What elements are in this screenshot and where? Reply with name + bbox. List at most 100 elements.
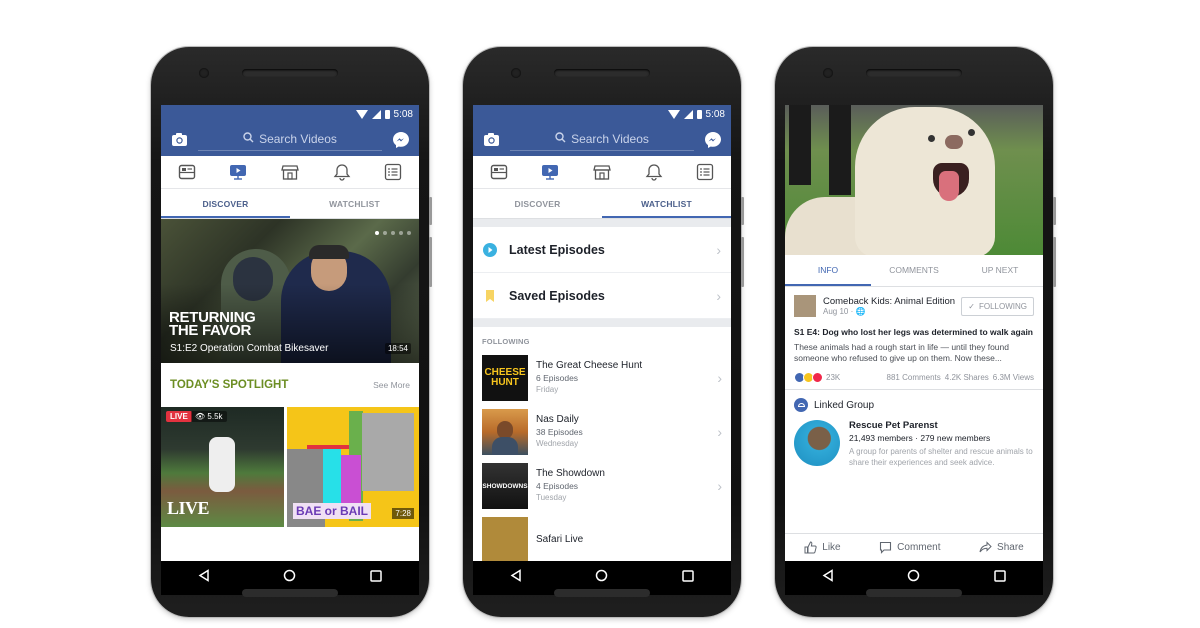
reaction-icons[interactable]	[794, 372, 823, 383]
featured-video[interactable]: RETURNING THE FAVOR S1:E2 Operation Comba…	[161, 219, 419, 363]
video-duration: 7:28	[392, 508, 414, 519]
like-button[interactable]: Like	[804, 541, 841, 554]
notifications-icon[interactable]	[333, 163, 351, 181]
show-list-item[interactable]: Nas Daily 38 Episodes Wednesday ›	[473, 405, 731, 459]
group-icon	[794, 398, 808, 412]
episode-title: S1:E2 Operation Combat Bikesaver	[170, 343, 329, 354]
video-duration: 18:54	[384, 343, 411, 354]
tab-comments[interactable]: COMMENTS	[871, 255, 957, 286]
watch-tabs: DISCOVER WATCHLIST	[161, 189, 419, 219]
following-button[interactable]: ✓ FOLLOWING	[961, 296, 1034, 316]
news-feed-icon[interactable]	[490, 163, 508, 181]
menu-label: Latest Episodes	[509, 242, 605, 257]
comment-count[interactable]: 881 Comments	[887, 373, 941, 382]
earpiece-speaker	[866, 69, 962, 77]
menu-icon[interactable]	[384, 163, 402, 181]
action-bar: Like Comment Share	[785, 533, 1043, 561]
show-artwork: CHEESE HUNT	[482, 355, 528, 401]
notifications-icon[interactable]	[645, 163, 663, 181]
search-icon	[243, 132, 254, 146]
share-button[interactable]: Share	[979, 541, 1024, 554]
art-shape	[307, 445, 349, 449]
love-reaction-icon	[812, 372, 823, 383]
search-header: Search Videos	[473, 123, 731, 156]
home-icon[interactable]	[283, 569, 296, 587]
page-avatar[interactable]	[794, 295, 816, 317]
spotlight-video-live[interactable]: LIVE 👁 5.5k LIVE	[161, 407, 284, 527]
tab-watchlist[interactable]: WATCHLIST	[290, 189, 419, 218]
back-icon[interactable]	[822, 569, 834, 587]
show-list-item[interactable]: SHOWDOWNS The Showdown 4 Episodes Tuesday …	[473, 459, 731, 513]
view-count: 6.3M Views	[992, 373, 1034, 382]
messenger-icon[interactable]	[704, 131, 722, 149]
reaction-count[interactable]: 23K	[826, 373, 840, 382]
recents-icon[interactable]	[994, 569, 1006, 587]
show-name: Nas Daily	[536, 414, 579, 425]
news-feed-icon[interactable]	[178, 163, 196, 181]
search-placeholder: Search Videos	[571, 132, 649, 146]
show-list-item[interactable]: CHEESE HUNT The Great Cheese Hunt 6 Episo…	[473, 351, 731, 405]
video-player[interactable]	[785, 105, 1043, 255]
art-shape	[323, 449, 341, 511]
show-title: RETURNING THE FAVOR	[169, 309, 256, 339]
video-figure	[968, 129, 975, 136]
release-day: Friday	[536, 385, 559, 394]
play-circle-icon	[483, 242, 497, 257]
show-list-item[interactable]: Safari Live	[473, 513, 731, 561]
share-count[interactable]: 4.2K Shares	[945, 373, 989, 382]
status-bar: 5:08	[473, 105, 731, 123]
group-card[interactable]: Rescue Pet Parenst 21,493 members · 279 …	[794, 420, 1034, 468]
main-nav	[473, 156, 731, 189]
search-input[interactable]: Search Videos	[510, 129, 694, 151]
episode-count: 4 Episodes	[536, 481, 579, 491]
check-icon: ✓	[968, 301, 975, 311]
tab-info[interactable]: INFO	[785, 255, 871, 286]
tab-watchlist[interactable]: WATCHLIST	[602, 189, 731, 218]
video-figure	[209, 437, 235, 492]
home-icon[interactable]	[595, 569, 608, 587]
watch-icon[interactable]	[229, 163, 247, 181]
bottom-speaker	[554, 589, 650, 597]
search-icon	[555, 132, 566, 146]
tab-discover[interactable]: DISCOVER	[473, 189, 602, 218]
see-more-link[interactable]: See More	[373, 380, 410, 390]
back-icon[interactable]	[198, 569, 210, 587]
battery-icon	[384, 109, 390, 119]
watch-icon[interactable]	[541, 163, 559, 181]
tab-discover[interactable]: DISCOVER	[161, 189, 290, 218]
spotlight-video-bae-or-bail[interactable]: BAE or BAIL 7:28	[287, 407, 419, 527]
camera-icon[interactable]	[170, 131, 188, 149]
latest-episodes-item[interactable]: Latest Episodes ›	[473, 227, 731, 273]
phone-discover: 5:08 Search Videos DISCOVER WATCHLIST RE…	[151, 47, 432, 617]
menu-label: Saved Episodes	[509, 288, 605, 303]
episode-count: 38 Episodes	[536, 427, 583, 437]
section-divider	[473, 319, 731, 327]
back-icon[interactable]	[510, 569, 522, 587]
camera-icon[interactable]	[482, 131, 500, 149]
battery-icon	[696, 109, 702, 119]
comment-button[interactable]: Comment	[879, 541, 941, 554]
recents-icon[interactable]	[682, 569, 694, 587]
home-icon[interactable]	[907, 569, 920, 587]
recents-icon[interactable]	[370, 569, 382, 587]
video-figure	[928, 135, 935, 142]
post-date: Aug 10 · 🌐	[823, 307, 866, 316]
search-placeholder: Search Videos	[259, 132, 337, 146]
page-name[interactable]: Comeback Kids: Animal Edition	[823, 296, 955, 307]
video-tabs: INFO COMMENTS UP NEXT	[785, 255, 1043, 287]
engagement-stats: 23K 881 Comments 4.2K Shares 6.3M Views	[794, 372, 1034, 383]
following-heading: FOLLOWING	[482, 337, 530, 346]
search-header: Search Videos	[161, 123, 419, 156]
carousel-dots[interactable]	[375, 231, 411, 235]
marketplace-icon[interactable]	[593, 163, 611, 181]
signal-icon	[371, 109, 381, 119]
search-input[interactable]: Search Videos	[198, 129, 382, 151]
marketplace-icon[interactable]	[281, 163, 299, 181]
section-divider	[473, 219, 731, 227]
tab-up-next[interactable]: UP NEXT	[957, 255, 1043, 286]
messenger-icon[interactable]	[392, 131, 410, 149]
menu-icon[interactable]	[696, 163, 714, 181]
volume-button	[1053, 237, 1056, 287]
screen: 5:08 Search Videos DISCOVER WATCHLIST La…	[473, 105, 731, 561]
saved-episodes-item[interactable]: Saved Episodes ›	[473, 273, 731, 319]
